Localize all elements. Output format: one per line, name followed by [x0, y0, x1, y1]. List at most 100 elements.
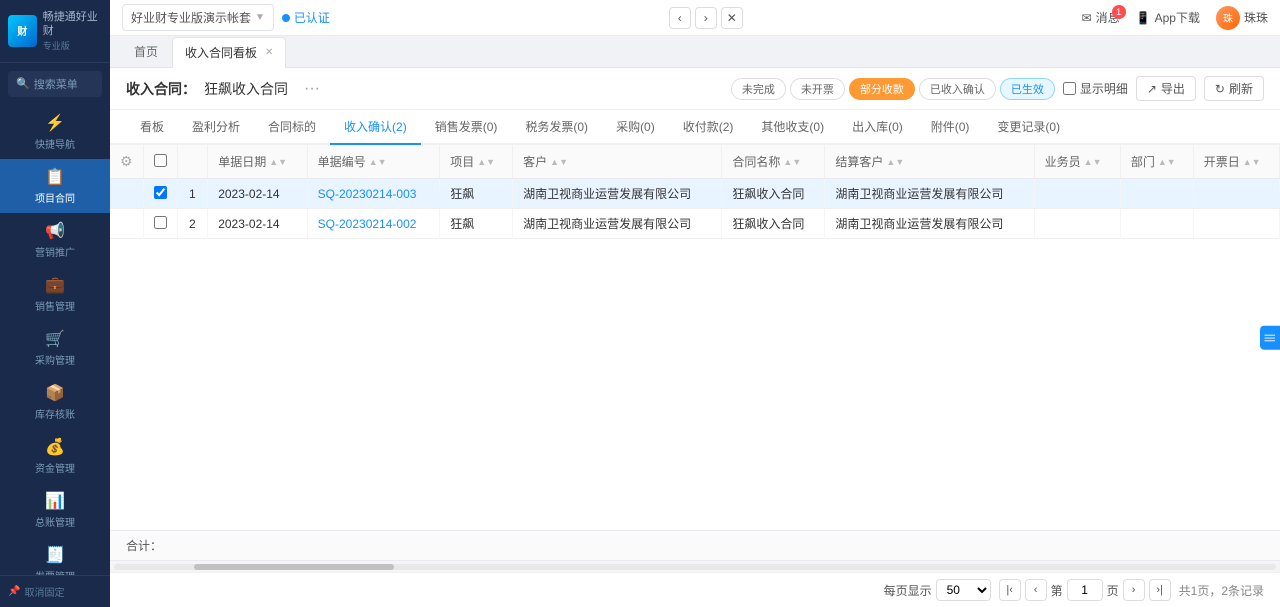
- data-table: ⚙ 单据日期 ▲▼: [110, 145, 1280, 239]
- contract-name-col-header: 合同名称 ▲▼: [722, 145, 825, 179]
- page-last-button[interactable]: ›|: [1149, 579, 1171, 601]
- sub-tab-warehouse[interactable]: 出入库(0): [838, 110, 917, 145]
- messages-button[interactable]: ✉ 消息 1: [1082, 9, 1120, 26]
- sub-tab-other-income[interactable]: 其他收支(0): [747, 110, 838, 145]
- row2-salesperson: [1034, 209, 1120, 239]
- sub-tab-sales-invoice[interactable]: 销售发票(0): [421, 110, 512, 145]
- code-sort-icon[interactable]: ▲▼: [369, 157, 387, 167]
- sub-tab-dashboard[interactable]: 看板: [126, 110, 178, 145]
- sub-tab-income-confirm[interactable]: 收入确认(2): [330, 110, 421, 145]
- page-size-select[interactable]: 20 50 100 200: [936, 579, 991, 601]
- row2-code-link[interactable]: SQ-20230214-002: [318, 217, 417, 231]
- sub-tab-profit[interactable]: 盈利分析: [178, 110, 254, 145]
- page-header-right: 显示明细 ↗ 导出 ↻ 刷新: [1063, 76, 1264, 101]
- sidebar-item-invoice[interactable]: 🧾 发票管理: [0, 537, 110, 575]
- sidebar-item-general[interactable]: 📊 总账管理: [0, 483, 110, 537]
- row1-settlement: 湖南卫视商业运营发展有限公司: [825, 179, 1034, 209]
- search-menu-button[interactable]: 🔍 搜索菜单: [8, 71, 102, 97]
- status-uninvoiced[interactable]: 未开票: [790, 78, 845, 100]
- row1-invoice-date: [1193, 179, 1279, 209]
- pin-icon: 📌: [8, 586, 20, 597]
- project-sort-icon[interactable]: ▲▼: [477, 157, 495, 167]
- sub-tab-tax-invoice[interactable]: 税务发票(0): [511, 110, 602, 145]
- status-partial-receipt[interactable]: 部分收款: [849, 78, 915, 100]
- show-detail-check-input[interactable]: [1063, 82, 1076, 95]
- row1-checkbox[interactable]: [154, 186, 167, 199]
- nav-close-button[interactable]: ✕: [721, 7, 743, 29]
- sub-tabs: 看板 盈利分析 合同标的 收入确认(2) 销售发票(0) 税务发票(0) 采购(…: [110, 110, 1280, 145]
- sidebar-item-sales[interactable]: 💼 销售管理: [0, 267, 110, 321]
- user-menu[interactable]: 珠 珠珠: [1216, 6, 1268, 30]
- right-panel-toggle[interactable]: |||: [1260, 325, 1280, 350]
- row1-code-link[interactable]: SQ-20230214-003: [318, 187, 417, 201]
- sidebar-item-project[interactable]: 📋 项目合同: [0, 159, 110, 213]
- sidebar-item-purchase[interactable]: 🛒 采购管理: [0, 321, 110, 375]
- nav-prev-button[interactable]: ‹: [669, 7, 691, 29]
- row1-project: 狂飙: [440, 179, 513, 209]
- row2-settlement: 湖南卫视商业运营发展有限公司: [825, 209, 1034, 239]
- show-detail-checkbox[interactable]: 显示明细: [1063, 80, 1128, 97]
- invoice-date-sort-icon[interactable]: ▲▼: [1243, 157, 1261, 167]
- sub-tab-change-log[interactable]: 变更记录(0): [983, 110, 1074, 145]
- sidebar-item-inventory[interactable]: 📦 库存核账: [0, 375, 110, 429]
- table-row[interactable]: 1 2023-02-14 SQ-20230214-003 狂飙 湖南卫视商业运营…: [110, 179, 1280, 209]
- settlement-sort-icon[interactable]: ▲▼: [886, 157, 904, 167]
- contract-sort-icon[interactable]: ▲▼: [783, 157, 801, 167]
- page-title: 收入合同：: [126, 79, 196, 99]
- sub-tab-contract-norm[interactable]: 合同标的: [254, 110, 330, 145]
- row1-code: SQ-20230214-003: [307, 179, 440, 209]
- more-options-button[interactable]: ···: [304, 80, 320, 98]
- tab-home[interactable]: 首页: [122, 37, 170, 66]
- settlement-col-header: 结算客户 ▲▼: [825, 145, 1034, 179]
- scroll-thumb[interactable]: [194, 564, 394, 570]
- sub-tab-payment[interactable]: 收付款(2): [669, 110, 748, 145]
- page-first-button[interactable]: |‹: [999, 579, 1021, 601]
- status-incomplete[interactable]: 未完成: [731, 78, 786, 100]
- table-settings-icon[interactable]: ⚙: [120, 153, 133, 169]
- tab-close-icon[interactable]: ✕: [265, 47, 273, 58]
- customer-col-header: 客户 ▲▼: [513, 145, 722, 179]
- customer-sort-icon[interactable]: ▲▼: [550, 157, 568, 167]
- salesperson-sort-icon[interactable]: ▲▼: [1084, 157, 1102, 167]
- sub-tab-purchase[interactable]: 采购(0): [602, 110, 669, 145]
- date-col-header: 单据日期 ▲▼: [208, 145, 307, 179]
- sub-tab-attachments[interactable]: 附件(0): [917, 110, 984, 145]
- row2-num: 2: [177, 209, 208, 239]
- department-sort-icon[interactable]: ▲▼: [1158, 157, 1176, 167]
- tab-contract[interactable]: 收入合同看板 ✕: [172, 37, 286, 68]
- page-nav: |‹ ‹ 第 页 › ›|: [999, 579, 1171, 601]
- sidebar-item-funds[interactable]: 💰 资金管理: [0, 429, 110, 483]
- sidebar-item-marketing[interactable]: 📢 营销推广: [0, 213, 110, 267]
- contract-name: 狂飙收入合同: [204, 79, 288, 99]
- topbar-right: ✉ 消息 1 📱 App下载 珠 珠珠: [1082, 6, 1268, 30]
- refresh-button[interactable]: ↻ 刷新: [1204, 76, 1264, 101]
- row1-contract-name: 狂飙收入合同: [722, 179, 825, 209]
- num-col-header: [177, 145, 208, 179]
- table-footer: 合计：: [110, 530, 1280, 560]
- page-next-button[interactable]: ›: [1123, 579, 1145, 601]
- table-container: ⚙ 单据日期 ▲▼: [110, 145, 1280, 530]
- status-confirmed[interactable]: 已收入确认: [919, 78, 996, 100]
- status-effective[interactable]: 已生效: [1000, 78, 1055, 100]
- nav-next-button[interactable]: ›: [695, 7, 717, 29]
- export-button[interactable]: ↗ 导出: [1136, 76, 1196, 101]
- topnav-controls: ‹ › ✕: [669, 7, 743, 29]
- page-number-input[interactable]: [1067, 579, 1103, 601]
- date-sort-icon[interactable]: ▲▼: [269, 157, 287, 167]
- app-download-button[interactable]: 📱 App下载: [1136, 9, 1200, 26]
- marketing-icon: 📢: [45, 221, 65, 241]
- horizontal-scrollbar[interactable]: [110, 560, 1280, 572]
- row1-customer: 湖南卫视商业运营发展有限公司: [513, 179, 722, 209]
- row1-salesperson: [1034, 179, 1120, 209]
- sidebar-footer[interactable]: 📌 取消固定: [0, 575, 110, 607]
- table-row[interactable]: 2 2023-02-14 SQ-20230214-002 狂飙 湖南卫视商业运营…: [110, 209, 1280, 239]
- sidebar-item-quick-nav[interactable]: ⚡ 快捷导航: [0, 105, 110, 159]
- check-col-header: [143, 145, 177, 179]
- message-icon: ✉: [1082, 11, 1092, 25]
- purchase-icon: 🛒: [45, 329, 65, 349]
- department-col-header: 部门 ▲▼: [1120, 145, 1193, 179]
- page-prev-button[interactable]: ‹: [1025, 579, 1047, 601]
- select-all-checkbox[interactable]: [154, 154, 167, 167]
- company-selector[interactable]: 好业财专业版演示帐套 ▼: [122, 4, 274, 31]
- row2-checkbox[interactable]: [154, 216, 167, 229]
